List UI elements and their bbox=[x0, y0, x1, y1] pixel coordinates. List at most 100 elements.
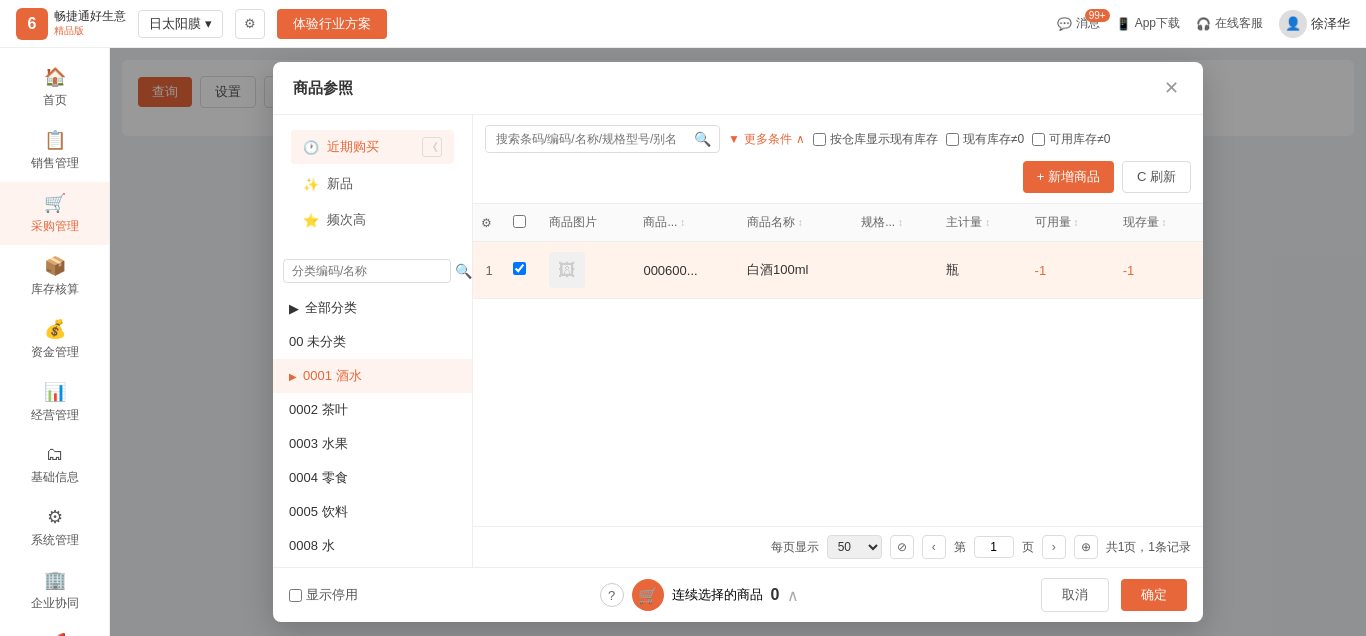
dialog-header: 商品参照 ✕ bbox=[273, 62, 1203, 115]
category-search-icon[interactable]: 🔍 bbox=[455, 263, 472, 279]
page-first-button[interactable]: ⊘ bbox=[890, 535, 914, 559]
th-available[interactable]: 可用量 bbox=[1027, 204, 1115, 242]
checkbox-stock-nonzero[interactable]: 现有库存≠0 bbox=[946, 131, 1024, 148]
category-c0003[interactable]: 0003 水果 bbox=[273, 427, 472, 461]
sidebar-item-operation[interactable]: 📊 经营管理 bbox=[0, 371, 109, 434]
category-all[interactable]: ▶ 全部分类 bbox=[273, 291, 472, 325]
sidebar-item-basic[interactable]: 🗂 基础信息 bbox=[0, 434, 109, 496]
help-button[interactable]: ? bbox=[600, 583, 624, 607]
product-search-input[interactable] bbox=[486, 127, 686, 151]
main-layout: 🏠 首页 📋 销售管理 🛒 采购管理 📦 库存核算 💰 资金管理 📊 经营管理 … bbox=[0, 48, 1366, 636]
checkbox-warehouse[interactable]: 按仓库显示现有库存 bbox=[813, 131, 938, 148]
content-area: 查询 设置 刷新 商品参照 ✕ bbox=[110, 48, 1366, 636]
sidebar-item-home[interactable]: 🏠 首页 bbox=[0, 56, 109, 119]
row-checkbox[interactable] bbox=[513, 262, 526, 275]
sidebar-item-purchase[interactable]: 🛒 采购管理 bbox=[0, 182, 109, 245]
sidebar-label-operation: 经营管理 bbox=[31, 407, 79, 424]
category-search-input[interactable] bbox=[283, 259, 451, 283]
row-checkbox-cell[interactable] bbox=[505, 242, 541, 299]
add-product-button[interactable]: + 新增商品 bbox=[1023, 161, 1114, 193]
top-nav-right: 💬 消息 99+ 📱 App下载 🎧 在线客服 👤 徐泽华 bbox=[1057, 10, 1350, 38]
category-c0001[interactable]: ▶ 0001 酒水 bbox=[273, 359, 472, 393]
th-stock[interactable]: 现存量 bbox=[1115, 204, 1203, 242]
nav-dropdown[interactable]: 日太阳膜 ▾ bbox=[138, 10, 223, 38]
online-service-item[interactable]: 🎧 在线客服 bbox=[1196, 15, 1263, 32]
close-button[interactable]: ✕ bbox=[1159, 76, 1183, 100]
checkbox-usable-label: 可用库存≠0 bbox=[1049, 131, 1110, 148]
cart-count: 0 bbox=[771, 586, 780, 604]
chevron-up-icon: ∧ bbox=[796, 132, 805, 146]
left-panel-recent[interactable]: 🕐 近期购买 《 bbox=[291, 130, 454, 164]
checkbox-warehouse-input[interactable] bbox=[813, 133, 826, 146]
inventory-icon: 📦 bbox=[44, 255, 66, 277]
left-panel-frequent[interactable]: ⭐ 频次高 bbox=[291, 204, 454, 236]
page-last-button[interactable]: ⊕ bbox=[1074, 535, 1098, 559]
collapse-cart-button[interactable]: ∧ bbox=[787, 586, 799, 605]
checkbox-stock-label: 现有库存≠0 bbox=[963, 131, 1024, 148]
purchase-icon: 🛒 bbox=[44, 192, 66, 214]
th-checkbox[interactable] bbox=[505, 204, 541, 242]
app-download-item[interactable]: 📱 App下载 bbox=[1116, 15, 1180, 32]
select-all-checkbox[interactable] bbox=[513, 215, 526, 228]
download-icon: 📱 bbox=[1116, 17, 1131, 31]
sidebar-item-enterprise[interactable]: 🏢 企业协同 bbox=[0, 559, 109, 622]
show-disabled-label[interactable]: 显示停用 bbox=[289, 586, 358, 604]
dialog: 商品参照 ✕ 🕐 近期购买 《 bbox=[273, 62, 1203, 622]
category-all-label: 全部分类 bbox=[305, 299, 357, 317]
cancel-button[interactable]: 取消 bbox=[1041, 578, 1109, 612]
sidebar-item-inventory[interactable]: 📦 库存核算 bbox=[0, 245, 109, 308]
sidebar-label-sales: 销售管理 bbox=[31, 155, 79, 172]
sidebar-label-enterprise: 企业协同 bbox=[31, 595, 79, 612]
category-c0005[interactable]: 0005 饮料 bbox=[273, 495, 472, 529]
settings-button[interactable]: ⚙ bbox=[235, 9, 265, 39]
th-settings[interactable]: ⚙ bbox=[473, 204, 505, 242]
category-c0004[interactable]: 0004 零食 bbox=[273, 461, 472, 495]
new-label: 新品 bbox=[327, 175, 353, 193]
th-code[interactable]: 商品... bbox=[635, 204, 739, 242]
sidebar-item-system[interactable]: ⚙ 系统管理 bbox=[0, 496, 109, 559]
total-info: 共1页，1条记录 bbox=[1106, 539, 1191, 556]
category-uncat[interactable]: 00 未分类 bbox=[273, 325, 472, 359]
row-code: 000600... bbox=[635, 242, 739, 299]
show-disabled-checkbox[interactable] bbox=[289, 589, 302, 602]
page-number-input[interactable] bbox=[974, 536, 1014, 558]
th-name[interactable]: 商品名称 bbox=[739, 204, 853, 242]
row-unit: 瓶 bbox=[938, 242, 1026, 299]
th-spec[interactable]: 规格... bbox=[853, 204, 938, 242]
product-search-button[interactable]: 🔍 bbox=[686, 126, 719, 152]
app-logo-icon: 6 bbox=[16, 8, 48, 40]
refresh-dialog-button[interactable]: C 刷新 bbox=[1122, 161, 1191, 193]
checkbox-usable-nonzero[interactable]: 可用库存≠0 bbox=[1032, 131, 1110, 148]
table-row[interactable]: 1 🖼 000600... 白酒100ml 瓶 bbox=[473, 242, 1203, 299]
product-table-wrap: ⚙ 商品图片 商品... 商品名称 规格... 主计量 可用量 现存量 bbox=[473, 204, 1203, 526]
th-unit[interactable]: 主计量 bbox=[938, 204, 1026, 242]
checkbox-stock-input[interactable] bbox=[946, 133, 959, 146]
checkbox-warehouse-label: 按仓库显示现有库存 bbox=[830, 131, 938, 148]
category-list: ▶ 全部分类 00 未分类 ▶ 0001 酒水 0002 茶 bbox=[273, 287, 472, 567]
app-subtitle: 精品版 bbox=[54, 24, 126, 38]
sales-icon: 📋 bbox=[44, 129, 66, 151]
modal-overlay: 商品参照 ✕ 🕐 近期购买 《 bbox=[110, 48, 1366, 636]
collapse-left-button[interactable]: 《 bbox=[422, 137, 442, 157]
page-prev-button[interactable]: ‹ bbox=[922, 535, 946, 559]
notification-item[interactable]: 💬 消息 99+ bbox=[1057, 15, 1100, 32]
sidebar-item-guide[interactable]: 🚀 新手引导 bbox=[0, 622, 109, 636]
basic-icon: 🗂 bbox=[46, 444, 64, 465]
cta-button[interactable]: 体验行业方案 bbox=[277, 9, 387, 39]
sidebar-item-sales[interactable]: 📋 销售管理 bbox=[0, 119, 109, 182]
recent-icon: 🕐 bbox=[303, 140, 319, 155]
checkbox-usable-input[interactable] bbox=[1032, 133, 1045, 146]
category-c0002[interactable]: 0002 茶叶 bbox=[273, 393, 472, 427]
frequent-icon: ⭐ bbox=[303, 213, 319, 228]
per-page-select[interactable]: 50 10 20 100 bbox=[827, 535, 882, 559]
sidebar-label-inventory: 库存核算 bbox=[31, 281, 79, 298]
left-panel-top: 🕐 近期购买 《 ✨ 新品 ⭐ 频次高 bbox=[273, 123, 472, 243]
chevron-down-icon: ▾ bbox=[205, 16, 212, 31]
category-c0008[interactable]: 0008 水 bbox=[273, 529, 472, 563]
filter-button[interactable]: ▼ 更多条件 ∧ bbox=[728, 131, 805, 148]
left-panel-new[interactable]: ✨ 新品 bbox=[291, 168, 454, 200]
user-info[interactable]: 👤 徐泽华 bbox=[1279, 10, 1350, 38]
confirm-button[interactable]: 确定 bbox=[1121, 579, 1187, 611]
sidebar-item-finance[interactable]: 💰 资金管理 bbox=[0, 308, 109, 371]
page-next-button[interactable]: › bbox=[1042, 535, 1066, 559]
